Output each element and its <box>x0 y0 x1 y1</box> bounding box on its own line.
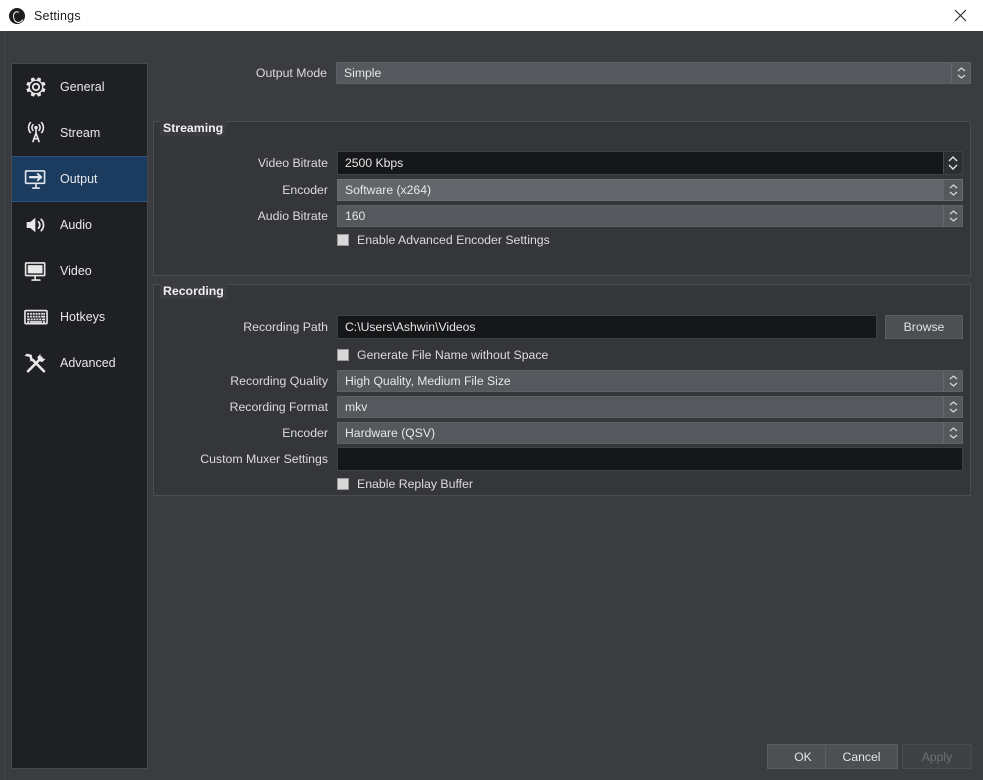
apply-button: Apply <box>902 744 972 769</box>
recording-encoder-label: Encoder <box>282 426 328 440</box>
sidebar-item-label: Video <box>60 264 92 278</box>
close-icon[interactable] <box>937 0 983 31</box>
recording-quality-value: High Quality, Medium File Size <box>345 374 511 388</box>
recording-path-value: C:\Users\Ashwin\Videos <box>345 320 476 334</box>
speaker-icon <box>21 210 51 240</box>
audio-bitrate-spinner-icon[interactable] <box>943 206 962 226</box>
window-body: General Stream Output Audio Video Hotkey… <box>0 31 983 780</box>
replay-buffer-label[interactable]: Enable Replay Buffer <box>357 477 473 491</box>
recording-quality-select[interactable]: High Quality, Medium File Size <box>337 370 963 392</box>
stream-encoder-value: Software (x264) <box>345 183 432 197</box>
window-title: Settings <box>34 8 81 23</box>
sidebar-item-output[interactable]: Output <box>12 156 147 202</box>
gear-icon <box>21 72 51 102</box>
sidebar-item-advanced[interactable]: Advanced <box>12 340 147 386</box>
monitor-arrow-icon <box>21 164 51 194</box>
recording-format-select[interactable]: mkv <box>337 396 963 418</box>
sidebar-item-general[interactable]: General <box>12 64 147 110</box>
generate-filename-checkbox[interactable] <box>337 349 349 361</box>
recording-path-row: Recording Path C:\Users\Ashwin\Videos Br… <box>154 314 972 340</box>
dialog-footer: OK Cancel Apply <box>0 734 983 780</box>
sidebar-item-label: Audio <box>60 218 92 232</box>
tools-icon <box>21 348 51 378</box>
audio-bitrate-select[interactable]: 160 <box>337 205 963 227</box>
audio-bitrate-value: 160 <box>345 209 366 223</box>
audio-bitrate-row: Audio Bitrate 160 <box>154 203 972 229</box>
stream-encoder-spinner-icon[interactable] <box>943 180 962 200</box>
streaming-group-title: Streaming <box>160 121 227 136</box>
settings-content: Output Mode Simple Streaming Video Bitra… <box>153 60 971 763</box>
custom-muxer-input[interactable] <box>337 447 963 471</box>
sidebar-item-label: Stream <box>60 126 101 140</box>
custom-muxer-label: Custom Muxer Settings <box>200 452 328 466</box>
settings-sidebar: General Stream Output Audio Video Hotkey… <box>11 63 148 769</box>
sidebar-item-label: Hotkeys <box>60 310 106 324</box>
output-mode-value: Simple <box>344 66 382 80</box>
cancel-button[interactable]: Cancel <box>825 744 898 769</box>
video-bitrate-label: Video Bitrate <box>257 156 328 170</box>
replay-buffer-checkbox[interactable] <box>337 478 349 490</box>
recording-encoder-value: Hardware (QSV) <box>345 426 436 440</box>
advanced-encoder-checkbox[interactable] <box>337 234 349 246</box>
sidebar-item-video[interactable]: Video <box>12 248 147 294</box>
sidebar-item-label: General <box>60 80 105 94</box>
recording-group: Recording Recording Path C:\Users\Ashwin… <box>153 284 971 496</box>
broadcast-icon <box>21 118 51 148</box>
obs-logo-icon <box>9 7 25 24</box>
recording-encoder-select[interactable]: Hardware (QSV) <box>337 422 963 444</box>
output-mode-row: Output Mode Simple <box>153 60 971 86</box>
monitor-icon <box>21 256 51 286</box>
advanced-encoder-row: Enable Advanced Encoder Settings <box>154 229 972 251</box>
generate-filename-label[interactable]: Generate File Name without Space <box>357 348 548 362</box>
custom-muxer-row: Custom Muxer Settings <box>154 446 972 472</box>
recording-format-spinner-icon[interactable] <box>943 397 962 417</box>
settings-window: Settings General Stream Output Audio Vid… <box>0 0 983 780</box>
title-bar: Settings <box>0 0 983 31</box>
recording-format-label: Recording Format <box>229 400 328 414</box>
recording-format-row: Recording Format mkv <box>154 394 972 420</box>
sidebar-item-audio[interactable]: Audio <box>12 202 147 248</box>
sidebar-item-label: Advanced <box>60 356 116 370</box>
browse-button[interactable]: Browse <box>885 315 963 339</box>
recording-path-input[interactable]: C:\Users\Ashwin\Videos <box>337 315 877 339</box>
video-bitrate-spinner-icon[interactable] <box>943 152 962 174</box>
stream-encoder-select[interactable]: Software (x264) <box>337 179 963 201</box>
video-bitrate-row: Video Bitrate 2500 Kbps <box>154 150 972 176</box>
video-bitrate-value: 2500 Kbps <box>345 156 404 170</box>
recording-quality-spinner-icon[interactable] <box>943 371 962 391</box>
video-bitrate-spinbox[interactable]: 2500 Kbps <box>337 151 963 175</box>
recording-encoder-row: Encoder Hardware (QSV) <box>154 420 972 446</box>
recording-group-title: Recording <box>160 284 227 299</box>
output-mode-label: Output Mode <box>255 66 327 80</box>
sidebar-item-label: Output <box>60 172 98 186</box>
output-mode-select[interactable]: Simple <box>336 62 971 84</box>
advanced-encoder-label[interactable]: Enable Advanced Encoder Settings <box>357 233 550 247</box>
recording-path-label: Recording Path <box>243 320 328 334</box>
recording-quality-row: Recording Quality High Quality, Medium F… <box>154 368 972 394</box>
audio-bitrate-label: Audio Bitrate <box>257 209 328 223</box>
replay-buffer-row: Enable Replay Buffer <box>154 473 972 495</box>
generate-filename-row: Generate File Name without Space <box>154 344 972 366</box>
recording-encoder-spinner-icon[interactable] <box>943 423 962 443</box>
stream-encoder-row: Encoder Software (x264) <box>154 177 972 203</box>
window-left-frame <box>0 31 5 780</box>
output-mode-spinner-icon[interactable] <box>951 63 970 83</box>
sidebar-item-hotkeys[interactable]: Hotkeys <box>12 294 147 340</box>
keyboard-icon <box>21 302 51 332</box>
recording-quality-label: Recording Quality <box>230 374 328 388</box>
stream-encoder-label: Encoder <box>282 183 328 197</box>
streaming-group: Streaming Video Bitrate 2500 Kbps Encode… <box>153 121 971 276</box>
recording-format-value: mkv <box>345 400 368 414</box>
sidebar-item-stream[interactable]: Stream <box>12 110 147 156</box>
